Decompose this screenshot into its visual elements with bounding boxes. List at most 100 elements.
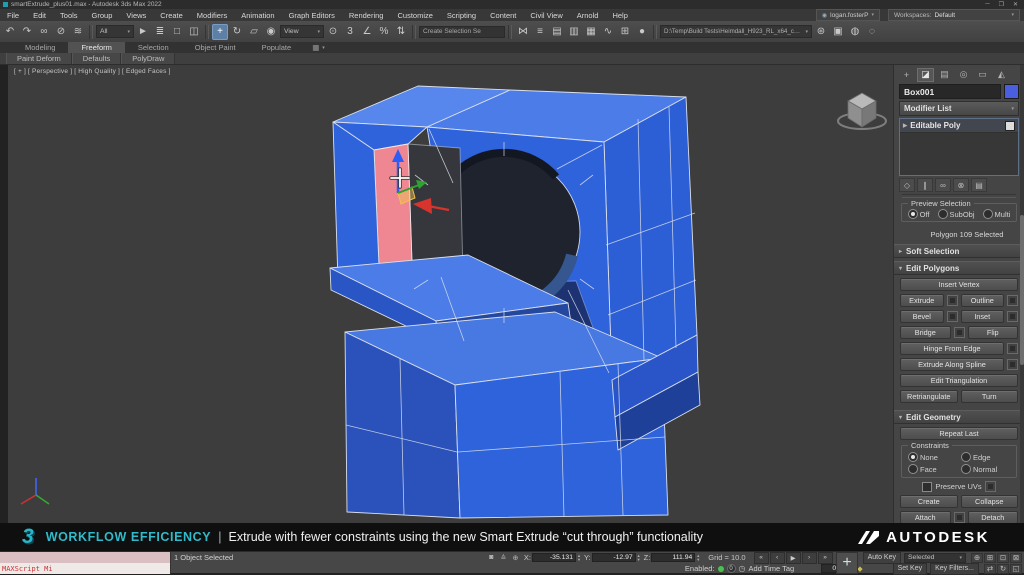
project-folder-dropdown[interactable]: D:\Temp\Build Tests\Heimdall_H923_RL_x64… <box>660 25 812 38</box>
model-mesh[interactable] <box>330 86 700 518</box>
align-icon[interactable]: ≡ <box>532 24 548 40</box>
insert-vertex-button[interactable]: Insert Vertex <box>900 278 1018 291</box>
outline-button[interactable]: Outline <box>961 294 1005 307</box>
preview-subobj-radio[interactable]: SubObj <box>938 209 975 219</box>
menu-item[interactable]: Modifiers <box>190 11 234 20</box>
spinner-icon[interactable]: ▲▼ <box>637 554 641 561</box>
menu-item[interactable]: Edit <box>26 11 53 20</box>
menu-item[interactable]: Create <box>153 11 190 20</box>
redo-icon[interactable]: ↷ <box>19 24 35 40</box>
hinge-from-edge-button[interactable]: Hinge From Edge <box>900 342 1004 355</box>
use-pivot-center-icon[interactable]: ⊙ <box>325 24 341 40</box>
tab-modify[interactable]: ◪ <box>917 68 934 82</box>
tab-motion[interactable]: ◎ <box>955 68 972 82</box>
ribbon-panel-button[interactable]: Defaults <box>72 53 122 64</box>
spinner-icon[interactable]: ▲▼ <box>696 554 700 561</box>
render-production-icon[interactable]: ◍ <box>847 24 863 40</box>
viewport-canvas[interactable] <box>8 65 893 523</box>
close-button[interactable]: ✕ <box>1013 1 1018 8</box>
tab-display[interactable]: ▭ <box>974 68 991 82</box>
rollout-soft-selection[interactable]: ▸ Soft Selection <box>894 244 1024 258</box>
modifier-list-dropdown[interactable]: Modifier List ▾ <box>899 101 1019 116</box>
rollout-edit-geometry[interactable]: ▾ Edit Geometry <box>894 410 1024 424</box>
perspective-viewport[interactable]: [ + ] [ Perspective ] [ High Quality ] [… <box>8 65 893 523</box>
rollout-edit-polygons[interactable]: ▾ Edit Polygons <box>894 261 1024 275</box>
menu-item[interactable]: Customize <box>390 11 439 20</box>
make-unique-icon[interactable]: ∞ <box>935 178 951 192</box>
window-crossing-icon[interactable]: ◫ <box>186 24 202 40</box>
undo-icon[interactable]: ↶ <box>2 24 18 40</box>
inset-button[interactable]: Inset <box>961 310 1005 323</box>
menu-item[interactable]: Content <box>483 11 523 20</box>
zoom-icon[interactable]: ⊕ <box>971 553 983 563</box>
go-to-start-button[interactable]: « <box>754 552 769 564</box>
zoom-extents-icon[interactable]: ⊡ <box>997 553 1009 563</box>
minimize-button[interactable]: ─ <box>985 1 989 8</box>
panel-divider[interactable] <box>902 194 1016 198</box>
render-iterative-icon[interactable]: ◌ <box>864 24 880 40</box>
reference-coordinate-dropdown[interactable]: View ▾ <box>280 25 324 38</box>
extrude-settings-icon[interactable] <box>947 295 958 306</box>
orbit-icon[interactable]: ↻ <box>997 564 1009 574</box>
remove-modifier-icon[interactable]: ⊗ <box>953 178 969 192</box>
ribbon-tab[interactable]: Object Paint <box>182 42 249 53</box>
menu-item[interactable]: Arnold <box>570 11 606 20</box>
extrude-along-spline-button[interactable]: Extrude Along Spline <box>900 358 1004 371</box>
flip-button[interactable]: Flip <box>968 326 1019 339</box>
extrude-spline-settings-icon[interactable] <box>1007 359 1018 370</box>
pin-stack-icon[interactable]: ◇ <box>899 178 915 192</box>
angle-snap-icon[interactable]: ∠ <box>359 24 375 40</box>
key-selection-dropdown[interactable]: Selected ▾ <box>904 553 966 563</box>
create-button[interactable]: Create <box>900 495 958 508</box>
create-selection-set-field[interactable]: Create Selection Se <box>419 26 505 38</box>
ribbon-tab[interactable]: Freeform <box>68 42 124 53</box>
z-coordinate-field[interactable]: Z: 111.94 ▲▼ <box>644 553 701 562</box>
layer-manager-icon[interactable]: ▤ <box>549 24 565 40</box>
select-by-name-icon[interactable]: ≣ <box>152 24 168 40</box>
outline-settings-icon[interactable] <box>1007 295 1018 306</box>
configure-modifier-sets-icon[interactable]: ▤ <box>971 178 987 192</box>
spinner-icon[interactable]: ▲▼ <box>577 554 581 561</box>
viewport-label-menus[interactable]: [ + ] [ Perspective ] [ High Quality ] [… <box>14 68 171 75</box>
signin-account-menu[interactable]: ◉ logan.fosterP ▾ <box>816 9 880 21</box>
mirror-icon[interactable]: ⋈ <box>515 24 531 40</box>
collapse-button[interactable]: Collapse <box>961 495 1019 508</box>
menu-item[interactable]: Rendering <box>342 11 391 20</box>
percent-snap-icon[interactable]: % <box>376 24 392 40</box>
menu-item[interactable]: Civil View <box>523 11 569 20</box>
retriangulate-button[interactable]: Retriangulate <box>900 390 958 403</box>
ribbon-tab[interactable]: Modeling <box>12 42 68 53</box>
preview-multi-radio[interactable]: Multi <box>983 209 1011 219</box>
constraint-edge-radio[interactable]: Edge <box>961 452 1010 462</box>
select-and-link-icon[interactable]: ∞ <box>36 24 52 40</box>
select-object-icon[interactable]: ► <box>135 24 151 40</box>
isolate-selection-icon[interactable]: ◙ <box>486 553 497 562</box>
modifier-stack[interactable]: ▶ Editable Poly <box>899 118 1019 176</box>
object-color-swatch[interactable] <box>1004 84 1019 99</box>
add-time-tag[interactable]: Add Time Tag <box>748 564 794 573</box>
edit-triangulation-button[interactable]: Edit Triangulation <box>900 374 1018 387</box>
menu-item[interactable]: Help <box>605 11 634 20</box>
go-to-end-button[interactable]: » <box>818 552 833 564</box>
repeat-last-button[interactable]: Repeat Last <box>900 427 1018 440</box>
bevel-button[interactable]: Bevel <box>900 310 944 323</box>
turn-button[interactable]: Turn <box>961 390 1019 403</box>
hinge-settings-icon[interactable] <box>1007 343 1018 354</box>
maximize-button[interactable]: ❐ <box>999 1 1004 8</box>
bridge-settings-icon[interactable] <box>954 327 965 338</box>
material-editor-icon[interactable]: ● <box>634 24 650 40</box>
schematic-view-icon[interactable]: ⊞ <box>617 24 633 40</box>
inset-settings-icon[interactable] <box>1007 311 1018 322</box>
menu-item[interactable]: Tools <box>53 11 85 20</box>
listener-line[interactable]: MAXScript Mi <box>0 563 170 574</box>
ribbon-panel-button[interactable]: PolyDraw <box>121 53 175 64</box>
menu-item[interactable]: Animation <box>234 11 281 20</box>
tab-utilities[interactable]: ◭ <box>993 68 1010 82</box>
bridge-button[interactable]: Bridge <box>900 326 951 339</box>
constraint-none-radio[interactable]: None <box>908 452 957 462</box>
menu-item[interactable]: File <box>0 11 26 20</box>
render-setup-icon[interactable]: ⊛ <box>813 24 829 40</box>
menu-item[interactable]: Graph Editors <box>282 11 342 20</box>
zoom-all-icon[interactable]: ⊞ <box>984 553 996 563</box>
ribbon-tab[interactable]: Populate <box>249 42 305 53</box>
